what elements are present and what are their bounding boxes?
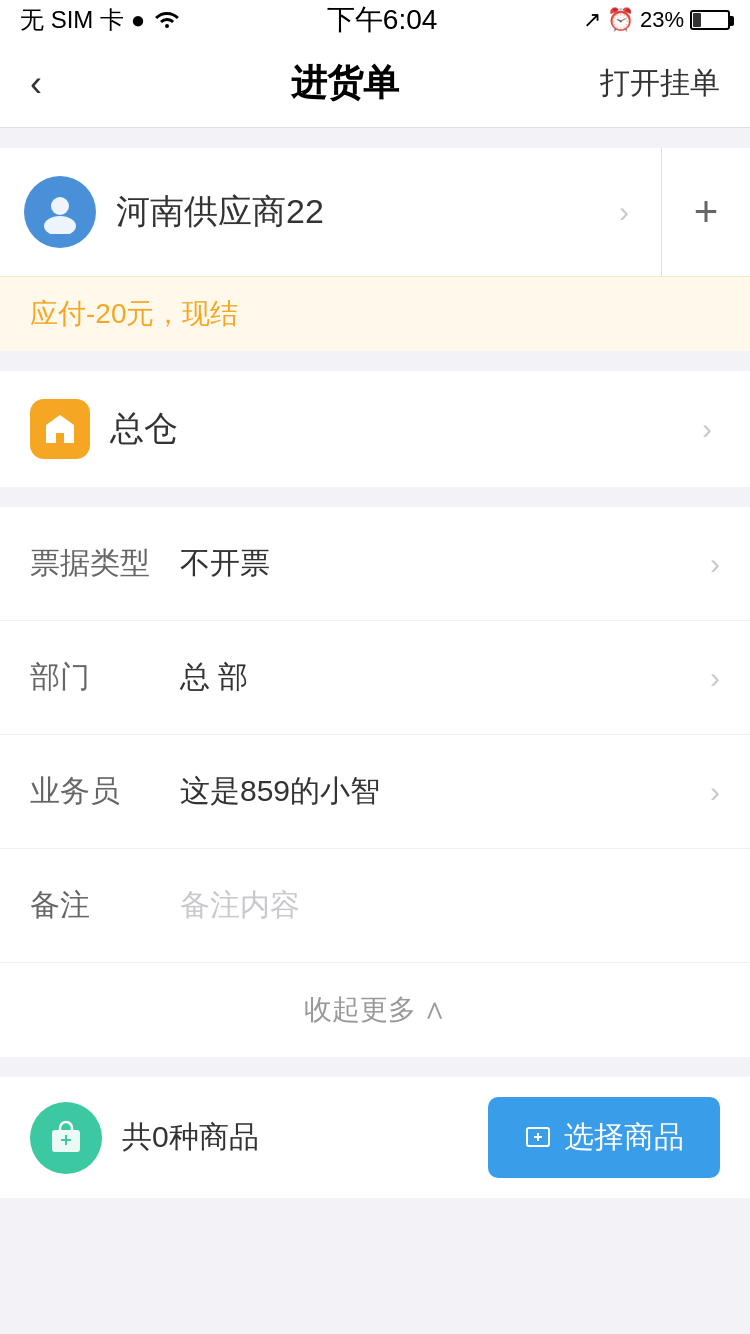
gap-3 (0, 487, 750, 507)
status-time: 下午6:04 (327, 1, 438, 39)
add-supplier-button[interactable]: + (662, 148, 750, 276)
select-product-label: 选择商品 (564, 1117, 684, 1158)
chevron-right-icon: › (710, 775, 720, 809)
salesperson-value: 这是859的小智 (180, 771, 710, 812)
notice-bar: 应付-20元，现结 (0, 276, 750, 351)
alarm-icon: ⏰ (607, 7, 634, 33)
product-bar: 共0种商品 选择商品 (0, 1077, 750, 1198)
back-button[interactable]: ‹ (30, 63, 90, 105)
open-pending-button[interactable]: 打开挂单 (600, 63, 720, 104)
invoice-type-value: 不开票 (180, 543, 710, 584)
supplier-name: 河南供应商22 (116, 189, 599, 235)
status-right: ↗ ⏰ 23% (583, 7, 730, 33)
remark-label: 备注 (30, 885, 180, 926)
invoice-type-row[interactable]: 票据类型 不开票 › (0, 507, 750, 621)
chevron-right-icon: › (710, 547, 720, 581)
location-icon: ↗ (583, 7, 601, 33)
warehouse-selector[interactable]: 总仓 › (0, 371, 750, 487)
gap-1 (0, 128, 750, 148)
department-row[interactable]: 部门 总 部 › (0, 621, 750, 735)
gap-2 (0, 351, 750, 371)
chevron-right-icon: › (619, 195, 629, 229)
collapse-label: 收起更多 ∧ (304, 991, 447, 1029)
collapse-button[interactable]: 收起更多 ∧ (0, 963, 750, 1057)
remark-row[interactable]: 备注 备注内容 (0, 849, 750, 963)
remark-input[interactable]: 备注内容 (180, 885, 720, 926)
gap-4 (0, 1057, 750, 1077)
invoice-type-label: 票据类型 (30, 543, 180, 584)
svg-point-1 (44, 216, 76, 234)
product-icon-wrap (30, 1102, 102, 1174)
page-title: 进货单 (291, 59, 399, 108)
department-label: 部门 (30, 657, 180, 698)
warehouse-name: 总仓 (110, 406, 682, 452)
battery-icon (690, 10, 730, 30)
product-count: 共0种商品 (122, 1117, 468, 1158)
background-fill (0, 1198, 750, 1334)
supplier-selector[interactable]: 河南供应商22 › (0, 148, 661, 276)
select-product-button[interactable]: 选择商品 (488, 1097, 720, 1178)
chevron-right-icon: › (702, 412, 712, 446)
supplier-avatar (24, 176, 96, 248)
salesperson-label: 业务员 (30, 771, 180, 812)
svg-point-0 (51, 197, 69, 215)
status-bar: 无 SIM 卡 ● 下午6:04 ↗ ⏰ 23% (0, 0, 750, 40)
no-sim-text: 无 SIM 卡 ● (20, 4, 145, 36)
battery-percent: 23% (640, 7, 684, 33)
status-left: 无 SIM 卡 ● (20, 4, 181, 36)
wifi-signal (153, 6, 181, 34)
chevron-right-icon: › (710, 661, 720, 695)
supplier-section: 河南供应商22 › + (0, 148, 750, 276)
salesperson-row[interactable]: 业务员 这是859的小智 › (0, 735, 750, 849)
department-value: 总 部 (180, 657, 710, 698)
nav-bar: ‹ 进货单 打开挂单 (0, 40, 750, 128)
warehouse-icon-wrap (30, 399, 90, 459)
